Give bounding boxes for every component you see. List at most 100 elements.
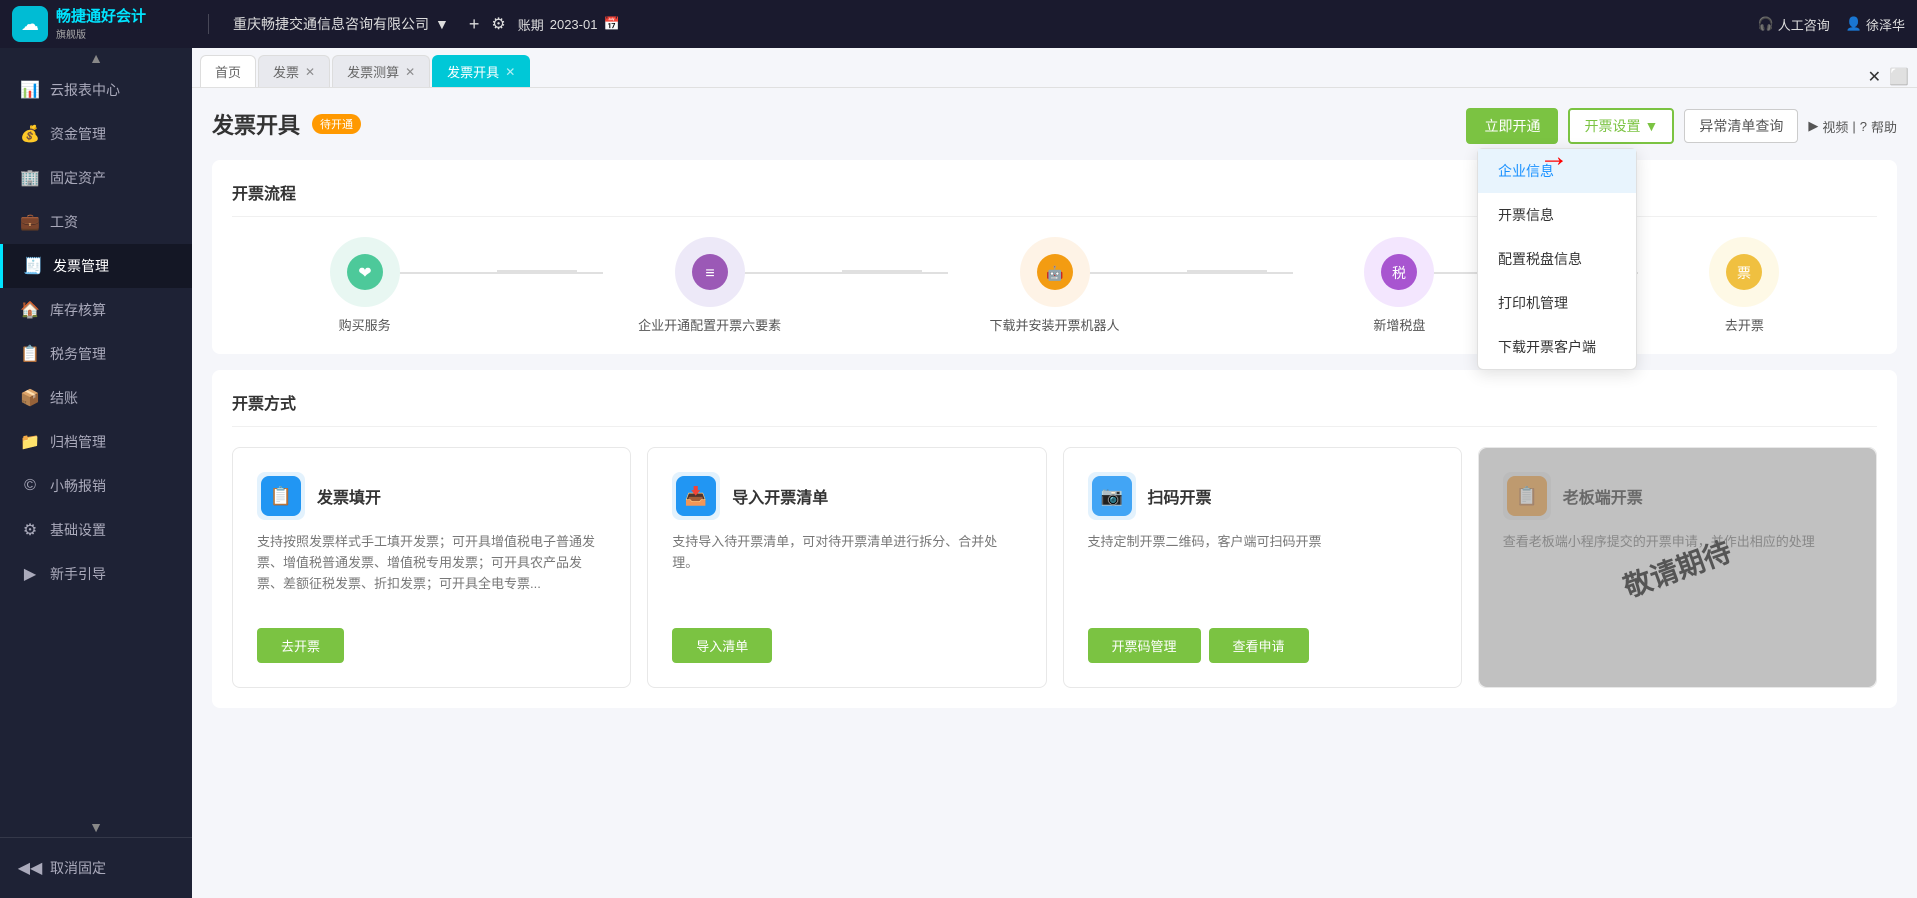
play-icon: ▶ xyxy=(1808,118,1818,134)
support-button[interactable]: 🎧 人工咨询 xyxy=(1758,15,1830,34)
settings-dropdown: 企业信息 开票信息 配置税盘信息 打印机管理 下载开票客户端 xyxy=(1477,148,1637,370)
scroll-up-arrow[interactable]: ▲ xyxy=(0,48,192,68)
sidebar-item-new-guide[interactable]: ▶ 新手引导 xyxy=(0,552,192,596)
tab-invoice-close[interactable]: ✕ xyxy=(305,65,315,79)
tab-invoice-open-label: 发票开具 xyxy=(447,62,499,81)
sidebar-item-inventory[interactable]: 🏠 库存核算 xyxy=(0,288,192,332)
xiaochang-icon: © xyxy=(20,476,40,496)
sidebar-item-archive[interactable]: 📁 归档管理 xyxy=(0,420,192,464)
flow-step-config-enterprise: ≡ 企业开通配置开票六要素 xyxy=(577,237,842,334)
sidebar-item-label: 基础设置 xyxy=(50,520,106,540)
sidebar-item-tax-mgmt[interactable]: 📋 税务管理 xyxy=(0,332,192,376)
dropdown-item-tax-disk-config[interactable]: 配置税盘信息 xyxy=(1478,237,1636,281)
svg-text:📷: 📷 xyxy=(1100,486,1122,506)
logo-text: 畅捷通好会计 xyxy=(56,8,146,26)
sidebar-item-label: 资金管理 xyxy=(50,124,106,144)
sidebar-item-label: 库存核算 xyxy=(50,300,106,320)
period-label: 账期 xyxy=(518,15,544,34)
tab-invoice-calc[interactable]: 发票测算 ✕ xyxy=(332,55,430,87)
window-controls: ✕ ⬜ xyxy=(1868,67,1917,87)
sidebar-item-label: 归档管理 xyxy=(50,432,106,452)
scroll-down-arrow[interactable]: ▼ xyxy=(0,817,192,837)
tab-invoice-calc-label: 发票测算 xyxy=(347,62,399,81)
exception-list-button[interactable]: 异常清单查询 xyxy=(1684,109,1798,143)
sidebar-item-accounting[interactable]: 📦 结账 xyxy=(0,376,192,420)
sidebar-item-xiaochang[interactable]: © 小畅报销 xyxy=(0,464,192,508)
sidebar-item-label: 取消固定 xyxy=(50,858,106,878)
tab-invoice-calc-close[interactable]: ✕ xyxy=(405,65,415,79)
sidebar-item-label: 税务管理 xyxy=(50,344,106,364)
invoice-code-mgmt-button[interactable]: 开票码管理 xyxy=(1088,628,1201,663)
calendar-icon[interactable]: 📅 xyxy=(603,16,619,32)
invoice-icon: 🧾 xyxy=(23,256,43,276)
step-label-download: 下载并安装开票机器人 xyxy=(990,315,1120,334)
sidebar-item-label: 固定资产 xyxy=(50,168,106,188)
headset-icon: 🎧 xyxy=(1758,16,1774,32)
period-value: 2023-01 xyxy=(550,17,598,32)
sidebar-item-label: 小畅报销 xyxy=(50,476,106,496)
sidebar-item-cloud-report[interactable]: 📊 云报表中心 xyxy=(0,68,192,112)
fixed-assets-icon: 🏢 xyxy=(20,168,40,188)
close-window-button[interactable]: ✕ xyxy=(1868,67,1881,87)
tab-invoice-open[interactable]: 发票开具 ✕ xyxy=(432,55,530,87)
dropdown-item-printer-mgmt[interactable]: 打印机管理 xyxy=(1478,281,1636,325)
add-company-button[interactable]: + xyxy=(469,14,480,35)
method-header-import: 📥 导入开票清单 xyxy=(672,472,1021,520)
period-info: 账期 2023-01 📅 xyxy=(518,15,620,34)
salary-icon: 💼 xyxy=(20,212,40,232)
scan-buttons: 开票码管理 查看申请 xyxy=(1088,628,1437,663)
sidebar-item-label: 工资 xyxy=(50,212,78,232)
logo-sub: 旗舰版 xyxy=(56,26,146,41)
sidebar-item-salary[interactable]: 💼 工资 xyxy=(0,200,192,244)
company-name: 重庆畅捷交通信息咨询有限公司 xyxy=(233,14,429,34)
logo-icon: ☁ xyxy=(12,6,48,42)
fill-invoice-desc: 支持按照发票样式手工填开发票；可开具增值税电子普通发票、增值税普通发票、增值税专… xyxy=(257,532,606,612)
video-help-area: ▶ 视频 | ? 帮助 xyxy=(1808,117,1897,136)
sidebar-item-cancel-fixed[interactable]: ◀◀ 取消固定 xyxy=(0,846,192,890)
inventory-icon: 🏠 xyxy=(20,300,40,320)
page-content: 发票开具 待开通 立即开通 开票设置 ▼ 异常清单查询 ▶ 视频 | ? xyxy=(192,88,1917,898)
chevron-down-icon: ▼ xyxy=(1644,118,1658,134)
sidebar-item-fixed-assets[interactable]: 🏢 固定资产 xyxy=(0,156,192,200)
svg-text:票: 票 xyxy=(1737,265,1751,281)
flow-section: 开票流程 ❤ 购买服务 xyxy=(212,160,1897,354)
import-list-button[interactable]: 导入清单 xyxy=(672,628,772,663)
tab-invoice-label: 发票 xyxy=(273,62,299,81)
view-application-button[interactable]: 查看申请 xyxy=(1209,628,1309,663)
tab-home[interactable]: 首页 xyxy=(200,55,256,87)
sidebar-item-fund-mgmt[interactable]: 💰 资金管理 xyxy=(0,112,192,156)
tab-invoice-open-close[interactable]: ✕ xyxy=(505,65,515,79)
activate-button[interactable]: 立即开通 xyxy=(1466,108,1558,144)
method-card-boss-invoice: 📋 老板端开票 查看老板端小程序提交的开票申请，并作出相应的处理 敬请期待 xyxy=(1478,447,1877,688)
dropdown-item-download-client[interactable]: 下载开票客户端 xyxy=(1478,325,1636,369)
top-actions: 🎧 人工咨询 👤 徐泽华 xyxy=(1758,15,1905,34)
page-title: 发票开具 xyxy=(212,108,300,140)
maximize-window-button[interactable]: ⬜ xyxy=(1889,67,1909,87)
flow-step-download-robot: 🤖 下载并安装开票机器人 xyxy=(922,237,1187,334)
status-badge: 待开通 xyxy=(312,114,361,134)
company-selector[interactable]: 重庆畅捷交通信息咨询有限公司 ▼ xyxy=(225,10,457,38)
settings-icon[interactable]: ⚙ xyxy=(491,14,505,34)
sidebar-item-invoice-mgmt[interactable]: 🧾 发票管理 xyxy=(0,244,192,288)
tab-bar: 首页 发票 ✕ 发票测算 ✕ 发票开具 ✕ ✕ ⬜ xyxy=(192,48,1917,88)
step-icon-download: 🤖 xyxy=(1020,237,1090,307)
scan-invoice-desc: 支持定制开票二维码，客户端可扫码开票 xyxy=(1088,532,1437,612)
red-arrow-indicator: → xyxy=(1539,140,1569,174)
step-label-config: 企业开通配置开票六要素 xyxy=(638,315,781,334)
tab-invoice[interactable]: 发票 ✕ xyxy=(258,55,330,87)
fund-icon: 💰 xyxy=(20,124,40,144)
step-label-tax: 新增税盘 xyxy=(1373,315,1425,334)
svg-text:≡: ≡ xyxy=(705,265,714,282)
dropdown-item-invoice-info[interactable]: 开票信息 xyxy=(1478,193,1636,237)
method-header-scan: 📷 扫码开票 xyxy=(1088,472,1437,520)
sidebar-item-settings[interactable]: ⚙ 基础设置 xyxy=(0,508,192,552)
step-icon-config: ≡ xyxy=(675,237,745,307)
method-header-fill: 📋 发票填开 xyxy=(257,472,606,520)
cloud-report-icon: 📊 xyxy=(20,80,40,100)
invoice-settings-button[interactable]: 开票设置 ▼ xyxy=(1568,108,1674,144)
chevron-down-icon: ▼ xyxy=(435,16,449,32)
help-icon: ? xyxy=(1860,119,1867,134)
user-menu[interactable]: 👤 徐泽华 xyxy=(1846,15,1905,34)
methods-grid: 📋 发票填开 支持按照发票样式手工填开发票；可开具增值税电子普通发票、增值税普通… xyxy=(232,447,1877,688)
fill-invoice-button[interactable]: 去开票 xyxy=(257,628,344,663)
